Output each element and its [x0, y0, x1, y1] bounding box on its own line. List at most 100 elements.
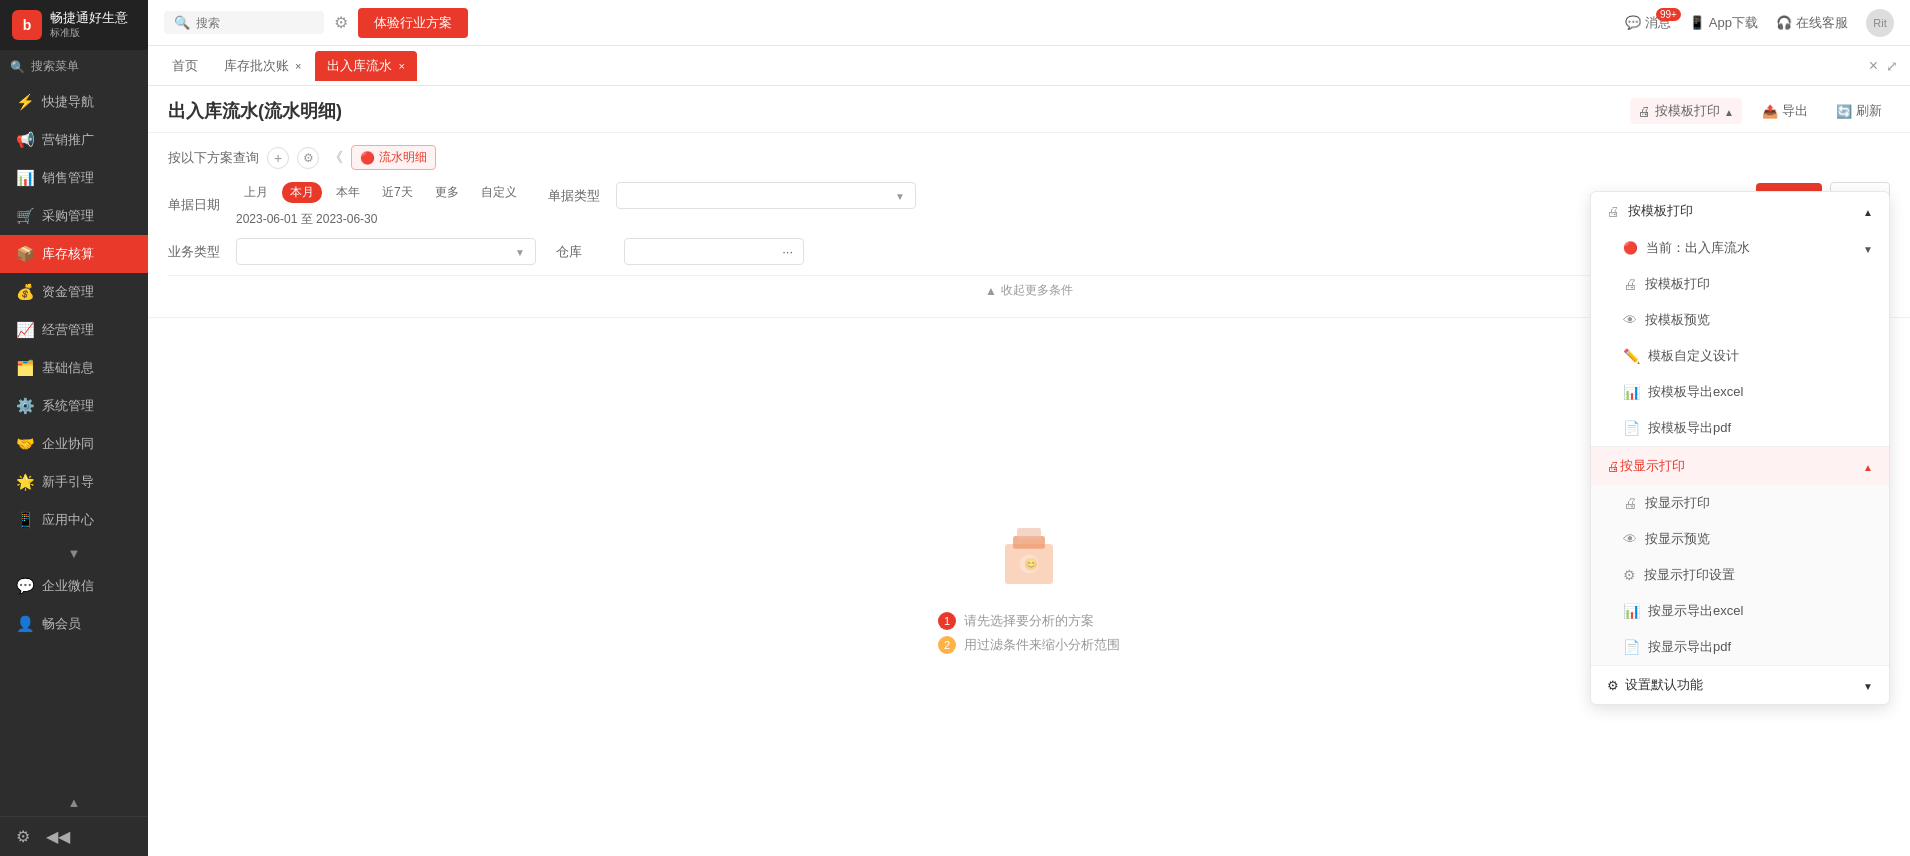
settings-icon[interactable]: ⚙: [16, 827, 30, 846]
system-icon: ⚙️: [16, 397, 34, 415]
template-custom-item[interactable]: ✏️ 模板自定义设计: [1591, 338, 1889, 374]
export-btn-label: 导出: [1782, 102, 1808, 120]
step-2-num: 2: [938, 636, 956, 654]
sidebar-item-sales[interactable]: 📊 销售管理: [0, 159, 148, 197]
display-print-section-header[interactable]: 🖨 按显示打印: [1591, 447, 1889, 485]
filter-collapse-btn[interactable]: 《: [329, 149, 343, 167]
app-download-btn[interactable]: 📱 App下载: [1689, 14, 1758, 32]
date-tab-more[interactable]: 更多: [427, 182, 467, 203]
topbar: 🔍 ⚙ 体验行业方案 💬 消息 99+ 📱 App下载 🎧 在线客服 Rit: [148, 0, 1910, 46]
page-header: 出入库流水(流水明细) 🖨 按模板打印 📤 导出 🔄 刷新: [148, 86, 1910, 133]
sidebar-search[interactable]: 🔍 搜索菜单: [0, 50, 148, 83]
current-template-item[interactable]: 🔴 当前：出入库流水: [1591, 230, 1889, 266]
user-avatar[interactable]: Rit: [1866, 9, 1894, 37]
date-tab-this-month[interactable]: 本月: [282, 182, 322, 203]
sidebar-item-operation[interactable]: 📈 经营管理: [0, 311, 148, 349]
date-tab-this-year[interactable]: 本年: [328, 182, 368, 203]
tab-in-out-flow-close[interactable]: ×: [398, 60, 404, 72]
filter-header: 按以下方案查询 + ⚙ 《 🔴 流水明细: [168, 145, 1890, 170]
topbar-right: 💬 消息 99+ 📱 App下载 🎧 在线客服 Rit: [1625, 9, 1894, 37]
display-print-section-label: 按显示打印: [1620, 457, 1685, 475]
sidebar-item-guide[interactable]: 🌟 新手引导: [0, 463, 148, 501]
sidebar-item-member[interactable]: 👤 畅会员: [0, 605, 148, 643]
warehouse-select[interactable]: ···: [624, 238, 804, 265]
template-print-section-header[interactable]: 🖨 按模板打印: [1591, 192, 1889, 230]
date-tab-last-7[interactable]: 近7天: [374, 182, 421, 203]
sidebar-item-wechat[interactable]: 💬 企业微信: [0, 567, 148, 605]
filter-settings-btn[interactable]: ⚙: [297, 147, 319, 169]
filter-tag-label: 流水明细: [379, 149, 427, 166]
sidebar-scroll-up[interactable]: ▲: [0, 788, 148, 816]
customer-service-btn[interactable]: 🎧 在线客服: [1776, 14, 1848, 32]
tab-batch-account-close[interactable]: ×: [295, 60, 301, 72]
date-tab-prev-month[interactable]: 上月: [236, 182, 276, 203]
sidebar-item-purchase[interactable]: 🛒 采购管理: [0, 197, 148, 235]
display-preview-item[interactable]: 👁 按显示预览: [1591, 521, 1889, 557]
sidebar-item-system[interactable]: ⚙️ 系统管理: [0, 387, 148, 425]
filter-label: 按以下方案查询: [168, 149, 259, 167]
display-export-excel-icon: 📊: [1623, 603, 1640, 619]
step-1-text: 请先选择要分析的方案: [964, 612, 1094, 630]
topbar-search-input[interactable]: [196, 16, 296, 30]
set-default-footer[interactable]: ⚙ 设置默认功能: [1591, 665, 1889, 704]
refresh-icon: 🔄: [1836, 104, 1852, 119]
trial-btn[interactable]: 体验行业方案: [358, 8, 468, 38]
topbar-search-area[interactable]: 🔍: [164, 11, 324, 34]
sidebar-item-basic[interactable]: 🗂️ 基础信息: [0, 349, 148, 387]
sidebar-item-label: 企业协同: [42, 435, 94, 453]
tab-batch-account[interactable]: 库存批次账 ×: [212, 51, 313, 81]
svg-text:😊: 😊: [1024, 557, 1038, 571]
sidebar-nav: ⚡ 快捷导航 📢 营销推广 📊 销售管理 🛒 采购管理 📦 库存核算 💰 资金管…: [0, 83, 148, 788]
collapse-sidebar-icon[interactable]: ◀◀: [46, 827, 70, 846]
template-preview-item[interactable]: 👁 按模板预览: [1591, 302, 1889, 338]
filter-field-warehouse: 仓库 ···: [556, 238, 916, 265]
display-export-excel-item[interactable]: 📊 按显示导出excel: [1591, 593, 1889, 629]
sidebar-scroll-down[interactable]: ▼: [0, 539, 148, 567]
doc-type-select[interactable]: [616, 182, 916, 209]
date-tab-custom[interactable]: 自定义: [473, 182, 525, 203]
business-type-select[interactable]: [236, 238, 536, 265]
tabbar-close-all-btn[interactable]: ×: [1869, 57, 1878, 75]
display-print-item[interactable]: 🖨 按显示打印: [1591, 485, 1889, 521]
doc-type-label: 单据类型: [548, 187, 608, 205]
template-export-pdf-label: 按模板导出pdf: [1648, 419, 1731, 437]
empty-step-1: 1 请先选择要分析的方案: [938, 612, 1120, 630]
tab-in-out-flow[interactable]: 出入库流水 ×: [315, 51, 416, 81]
sidebar-item-label: 基础信息: [42, 359, 94, 377]
template-export-pdf-item[interactable]: 📄 按模板导出pdf: [1591, 410, 1889, 446]
sidebar-item-label: 经营管理: [42, 321, 94, 339]
display-export-pdf-item[interactable]: 📄 按显示导出pdf: [1591, 629, 1889, 665]
sidebar-item-app-center[interactable]: 📱 应用中心: [0, 501, 148, 539]
wechat-icon: 💬: [16, 577, 34, 595]
template-print-item-label: 按模板打印: [1645, 275, 1710, 293]
export-btn[interactable]: 📤 导出: [1754, 98, 1816, 124]
app-download-icon: 📱: [1689, 15, 1705, 30]
message-btn[interactable]: 💬 消息 99+: [1625, 14, 1671, 32]
sidebar-item-coop[interactable]: 🤝 企业协同: [0, 425, 148, 463]
template-export-excel-item[interactable]: 📊 按模板导出excel: [1591, 374, 1889, 410]
tab-batch-account-label: 库存批次账: [224, 57, 289, 75]
sidebar-item-marketing[interactable]: 📢 营销推广: [0, 121, 148, 159]
guide-icon: 🌟: [16, 473, 34, 491]
display-print-item-label: 按显示打印: [1645, 494, 1710, 512]
page-actions: 🖨 按模板打印 📤 导出 🔄 刷新: [1630, 98, 1890, 124]
sidebar-item-label: 销售管理: [42, 169, 94, 187]
template-print-item[interactable]: 🖨 按模板打印: [1591, 266, 1889, 302]
tabbar-expand-btn[interactable]: ⤢: [1886, 58, 1898, 74]
filter-add-btn[interactable]: +: [267, 147, 289, 169]
sidebar-logo: b 畅捷通好生意 标准版: [0, 0, 148, 50]
sidebar-item-finance[interactable]: 💰 资金管理: [0, 273, 148, 311]
finance-icon: 💰: [16, 283, 34, 301]
display-print-settings-item[interactable]: ⚙ 按显示打印设置: [1591, 557, 1889, 593]
tabbar: 首页 库存批次账 × 出入库流水 × × ⤢: [148, 46, 1910, 86]
print-template-btn[interactable]: 🖨 按模板打印: [1630, 98, 1742, 124]
tab-home[interactable]: 首页: [160, 51, 210, 81]
sidebar-bottom: ⚙ ◀◀: [0, 816, 148, 856]
sidebar-item-inventory[interactable]: 📦 库存核算: [0, 235, 148, 273]
sidebar-item-quick-nav[interactable]: ⚡ 快捷导航: [0, 83, 148, 121]
refresh-btn[interactable]: 🔄 刷新: [1828, 98, 1890, 124]
filter-tag-chip[interactable]: 🔴 流水明细: [351, 145, 436, 170]
display-print-settings-label: 按显示打印设置: [1644, 566, 1735, 584]
template-custom-icon: ✏️: [1623, 348, 1640, 364]
topbar-gear-icon[interactable]: ⚙: [334, 13, 348, 32]
